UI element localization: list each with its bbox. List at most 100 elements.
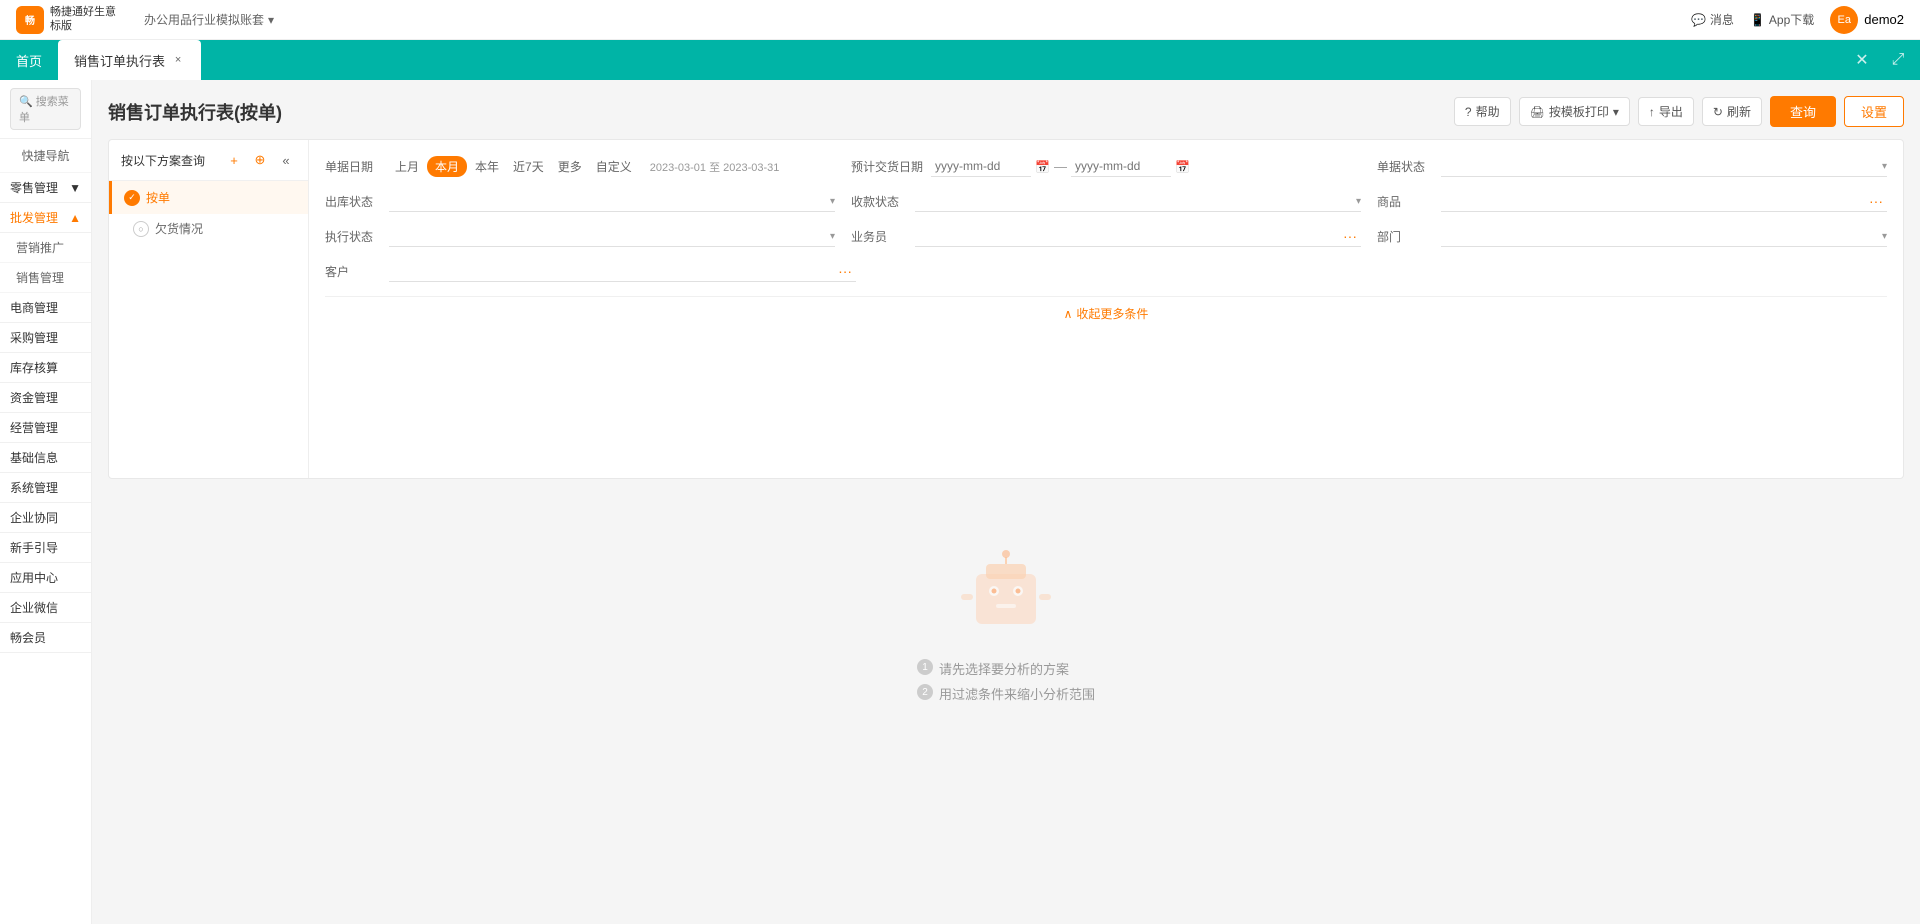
period-btn-custom[interactable]: 自定义: [590, 156, 638, 177]
date-range-wrapper: 📅 — 📅: [931, 156, 1361, 177]
salesperson-select[interactable]: ···: [915, 226, 1361, 247]
customer-label: 客户: [325, 263, 381, 280]
sidebar-section-wholesale[interactable]: 批发管理 ▲: [0, 203, 91, 233]
sidebar-section-ecommerce[interactable]: 电商管理: [0, 293, 91, 323]
product-dots-btn[interactable]: ···: [1865, 193, 1887, 209]
collapse-bar[interactable]: ∧ 收起更多条件: [325, 296, 1887, 330]
sidebar-sub-marketing[interactable]: 营销推广: [0, 233, 91, 263]
sidebar-section-wechat[interactable]: 企业微信: [0, 593, 91, 623]
main-layout: 🔍 搜索菜单 快捷导航 零售管理 ▼ 批发管理 ▲ 营销推广 销售管理 电商管理…: [0, 80, 1920, 924]
status-arrow-icon[interactable]: ▾: [1882, 161, 1887, 172]
search-menu-btn[interactable]: 🔍 搜索菜单: [10, 88, 81, 130]
filter-field-dept: 部门 ▾: [1377, 226, 1887, 247]
filter-layout: 按以下方案查询 + ⊕ « ✓ 按单 ○ 欠货情况: [108, 139, 1904, 479]
refresh-btn[interactable]: ↻ 刷新: [1702, 97, 1762, 126]
tab-close-window-btn[interactable]: ✕: [1848, 46, 1876, 74]
sidebar-section-app-center[interactable]: 应用中心: [0, 563, 91, 593]
tab-maximize-btn[interactable]: ⤢: [1884, 46, 1912, 74]
sidebar-section-basic-info[interactable]: 基础信息: [0, 443, 91, 473]
exec-status-input[interactable]: [389, 226, 830, 246]
customer-select[interactable]: ···: [389, 261, 856, 282]
date-end-input[interactable]: [1071, 156, 1171, 177]
period-btn-7days[interactable]: 近7天: [507, 156, 550, 177]
payment-status-arrow-icon[interactable]: ▾: [1356, 196, 1361, 207]
delivery-status-input[interactable]: [389, 191, 830, 211]
date-start-icon[interactable]: 📅: [1035, 160, 1050, 174]
customer-dots-btn[interactable]: ···: [834, 263, 856, 279]
salesperson-dots-btn[interactable]: ···: [1339, 228, 1361, 244]
breadcrumb-text: 办公用品行业模拟账套: [144, 11, 264, 28]
date-end-icon[interactable]: 📅: [1175, 160, 1190, 174]
sidebar-ecommerce-label: 电商管理: [10, 299, 58, 316]
sidebar-section-inventory[interactable]: 库存核算: [0, 353, 91, 383]
tab-home[interactable]: 首页: [0, 40, 58, 80]
scheme-active-item[interactable]: ✓ 按单: [109, 181, 308, 214]
filter-field-salesperson: 业务员 ···: [851, 226, 1361, 247]
scheme-sub-item-debt[interactable]: ○ 欠货情况: [109, 214, 308, 243]
period-btn-more[interactable]: 更多: [552, 156, 588, 177]
period-btn-this-year[interactable]: 本年: [469, 156, 505, 177]
settings-btn[interactable]: 设置: [1844, 96, 1904, 127]
sidebar-section-retail[interactable]: 零售管理 ▼: [0, 173, 91, 203]
salesperson-input[interactable]: [915, 226, 1339, 246]
tab-close-btn[interactable]: ×: [171, 53, 185, 67]
sidebar-section-fund[interactable]: 资金管理: [0, 383, 91, 413]
app-download-btn[interactable]: 📱 App下载: [1750, 11, 1814, 28]
period-btn-last-month[interactable]: 上月: [389, 156, 425, 177]
status-input[interactable]: [1441, 156, 1882, 176]
payment-status-select[interactable]: ▾: [915, 191, 1361, 212]
tab-sales-order[interactable]: 销售订单执行表 ×: [58, 40, 201, 80]
exec-status-select[interactable]: ▾: [389, 226, 835, 247]
collapse-label: 收起更多条件: [1076, 305, 1148, 322]
sidebar-section-purchase[interactable]: 采购管理: [0, 323, 91, 353]
exec-status-arrow-icon[interactable]: ▾: [830, 231, 835, 242]
date-separator: —: [1054, 159, 1067, 174]
period-btn-this-month[interactable]: 本月: [427, 156, 467, 177]
breadcrumb-arrow-icon[interactable]: ▾: [268, 13, 274, 27]
scheme-collapse-btn[interactable]: «: [276, 150, 296, 170]
sidebar-section-operation[interactable]: 经营管理: [0, 413, 91, 443]
status-select[interactable]: ▾: [1441, 156, 1887, 177]
filter-field-expected-date: 预计交货日期 📅 — 📅: [851, 156, 1361, 177]
message-btn[interactable]: 💬 消息: [1691, 11, 1734, 28]
sidebar-section-enterprise[interactable]: 企业协同: [0, 503, 91, 533]
scheme-header-icons: + ⊕ «: [224, 150, 296, 170]
sidebar-section-sys-mgmt[interactable]: 系统管理: [0, 473, 91, 503]
customer-input[interactable]: [389, 261, 834, 281]
scheme-copy-btn[interactable]: ⊕: [250, 150, 270, 170]
scheme-header: 按以下方案查询 + ⊕ «: [109, 140, 308, 181]
delivery-status-arrow-icon[interactable]: ▾: [830, 196, 835, 207]
payment-status-input[interactable]: [915, 191, 1356, 211]
dept-select[interactable]: ▾: [1441, 226, 1887, 247]
sidebar-wechat-label: 企业微信: [10, 599, 58, 616]
filter-field-payment-status: 收款状态 ▾: [851, 191, 1361, 212]
query-btn[interactable]: 查询: [1770, 96, 1836, 127]
help-icon: ?: [1465, 105, 1472, 119]
date-start-input[interactable]: [931, 156, 1031, 177]
sidebar-sub-sales[interactable]: 销售管理: [0, 263, 91, 293]
scheme-add-btn[interactable]: +: [224, 150, 244, 170]
export-btn[interactable]: ↑ 导出: [1638, 97, 1694, 126]
scheme-active-dot: ✓: [124, 190, 140, 206]
content-area: 销售订单执行表(按单) ? 帮助 🖨 按模板打印 ▾ ↑ 导出 ↻ 刷新: [92, 80, 1920, 924]
sidebar-section-guide[interactable]: 新手引导: [0, 533, 91, 563]
delivery-status-select[interactable]: ▾: [389, 191, 835, 212]
sidebar-section-member[interactable]: 畅会员: [0, 623, 91, 653]
dept-input[interactable]: [1441, 226, 1882, 246]
product-input[interactable]: [1441, 191, 1865, 211]
print-btn[interactable]: 🖨 按模板打印 ▾: [1519, 97, 1630, 126]
tip2-text: 用过滤条件来缩小分析范围: [939, 684, 1095, 703]
sidebar-app-center-label: 应用中心: [10, 569, 58, 586]
sidebar-item-quick-nav[interactable]: 快捷导航: [0, 139, 91, 173]
filter-row-4: 客户 ···: [325, 261, 1887, 282]
product-select[interactable]: ···: [1441, 191, 1887, 212]
export-label: 导出: [1659, 103, 1683, 120]
help-btn[interactable]: ? 帮助: [1454, 97, 1511, 126]
filter-form: 单据日期 上月 本月 本年 近7天 更多 自定义 2023-03-01 至 20…: [309, 140, 1903, 478]
dept-arrow-icon[interactable]: ▾: [1882, 231, 1887, 242]
app-download-label: App下载: [1769, 11, 1814, 28]
expected-date-label: 预计交货日期: [851, 158, 923, 175]
user-area[interactable]: Ea demo2: [1830, 6, 1904, 34]
page-actions: ? 帮助 🖨 按模板打印 ▾ ↑ 导出 ↻ 刷新 查询 设置: [1454, 96, 1904, 127]
filter-row-1: 单据日期 上月 本月 本年 近7天 更多 自定义 2023-03-01 至 20…: [325, 156, 1887, 177]
